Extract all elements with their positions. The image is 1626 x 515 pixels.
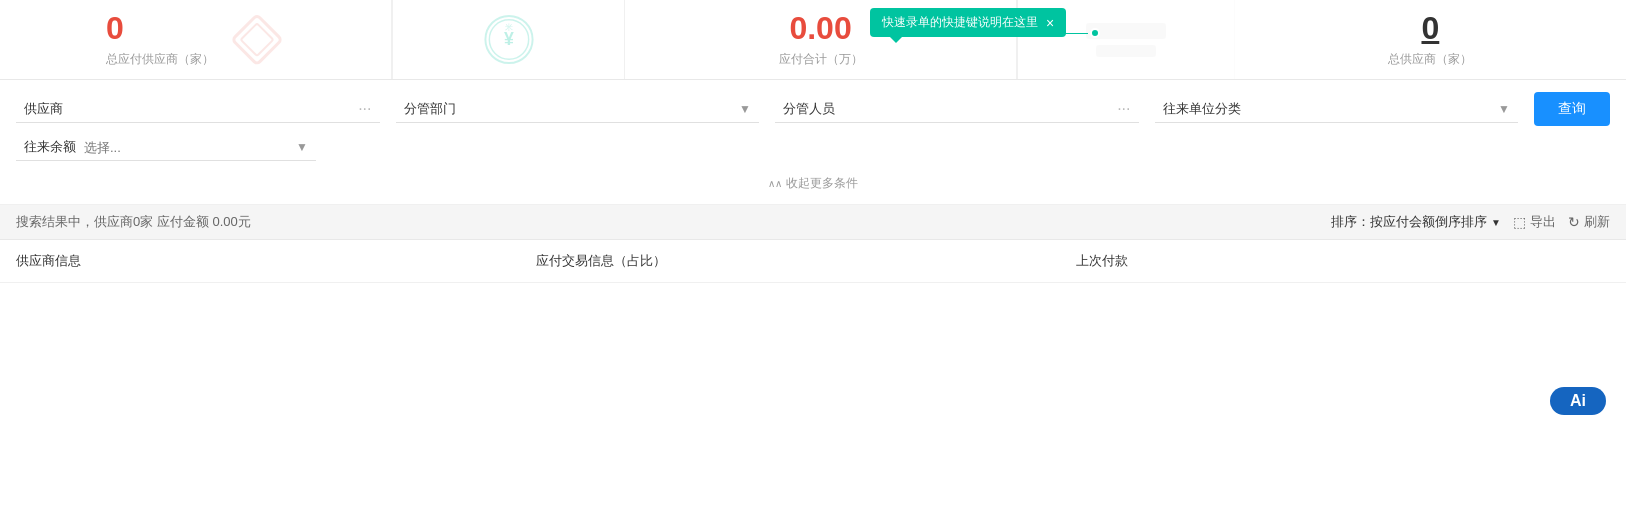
refresh-label: 刷新 [1584,213,1610,231]
export-button[interactable]: ⬚ 导出 [1513,213,1556,231]
export-label: 导出 [1530,213,1556,231]
supplier-dots[interactable]: ··· [358,100,371,118]
svg-rect-0 [232,15,281,64]
svg-text:米: 米 [505,23,513,32]
department-label: 分管部门 [404,100,464,118]
sort-label: 排序：按应付会额倒序排序 [1331,213,1487,231]
collapse-up-icon: ∧∧ [768,178,782,189]
department-input[interactable] [472,101,740,116]
balance-field: 往来余额 ▼ [16,134,316,161]
diamond-icon [230,12,285,67]
manager-field: 分管人员 ··· [775,96,1139,123]
total-suppliers-label: 总供应商（家） [1388,51,1472,68]
table-content [0,283,1626,503]
collapse-button[interactable]: ∧∧ 收起更多条件 [768,175,858,192]
ai-badge[interactable]: Ai [1550,387,1606,415]
payable-suppliers-label: 总应付供应商（家） [106,51,214,68]
results-bar: 搜索结果中，供应商0家 应付金额 0.00元 排序：按应付会额倒序排序 ▼ ⬚ … [0,205,1626,240]
manager-label: 分管人员 [783,100,835,118]
col-payment-header: 上次付款 [1076,252,1610,270]
department-field: 分管部门 ▼ [396,96,760,123]
manager-dots[interactable]: ··· [1117,100,1130,118]
supplier-label: 供应商 [24,100,74,118]
tooltip-text: 快速录单的快捷键说明在这里 [882,14,1038,31]
supplier-field: 供应商 ··· [16,96,380,123]
department-chevron[interactable]: ▼ [739,102,751,116]
filter-row-2: 往来余额 ▼ [16,134,1610,161]
sort-select[interactable]: 排序：按应付会额倒序排序 ▼ [1331,213,1501,231]
col-supplier-header: 供应商信息 [16,252,536,270]
results-actions: 排序：按应付会额倒序排序 ▼ ⬚ 导出 ↻ 刷新 [1331,213,1610,231]
total-suppliers-number: 0 [1421,11,1439,46]
results-info: 搜索结果中，供应商0家 应付金额 0.00元 [16,213,251,231]
tooltip-dot [1090,28,1100,38]
unit-class-label: 往来单位分类 [1163,100,1241,118]
collapse-label: 收起更多条件 [786,175,858,192]
col-transaction-header: 应付交易信息（占比） [536,252,1076,270]
filter-section: 供应商 ··· 分管部门 ▼ 分管人员 ··· 往来单位分类 ▼ 查询 往来余额 [0,80,1626,205]
manager-input[interactable] [843,101,1117,116]
export-icon: ⬚ [1513,214,1526,230]
filter-row-1: 供应商 ··· 分管部门 ▼ 分管人员 ··· 往来单位分类 ▼ 查询 [16,92,1610,126]
payable-total-number: 0.00 [789,11,851,46]
coin-icon: ¥ 米 [479,10,539,69]
unit-class-input[interactable] [1249,101,1499,116]
search-button[interactable]: 查询 [1534,92,1610,126]
stat-total-suppliers: 0 总供应商（家） [1235,0,1626,79]
balance-chevron[interactable]: ▼ [296,140,308,154]
balance-input[interactable] [84,140,296,155]
tooltip-bubble: 快速录单的快捷键说明在这里 × [870,8,1066,37]
tooltip-close-btn[interactable]: × [1046,16,1054,30]
payable-total-label: 应付合计（万） [779,51,863,68]
stats-bar: 0 总应付供应商（家） ¥ 米 0.00 应付合计（万） 0 总 [0,0,1626,80]
unit-class-chevron[interactable]: ▼ [1498,102,1510,116]
balance-label: 往来余额 [24,138,76,156]
refresh-icon: ↻ [1568,214,1580,230]
refresh-button[interactable]: ↻ 刷新 [1568,213,1610,231]
stat-payable-suppliers: 0 总应付供应商（家） [0,0,392,79]
coin-icon-area: ¥ 米 [393,0,625,79]
payable-suppliers-number: 0 [106,11,214,46]
svg-text:¥: ¥ [504,29,514,49]
sort-chevron: ▼ [1491,217,1501,228]
table-header: 供应商信息 应付交易信息（占比） 上次付款 [0,240,1626,283]
supplier-input[interactable] [82,101,358,116]
unit-class-field: 往来单位分类 ▼ [1155,96,1519,123]
